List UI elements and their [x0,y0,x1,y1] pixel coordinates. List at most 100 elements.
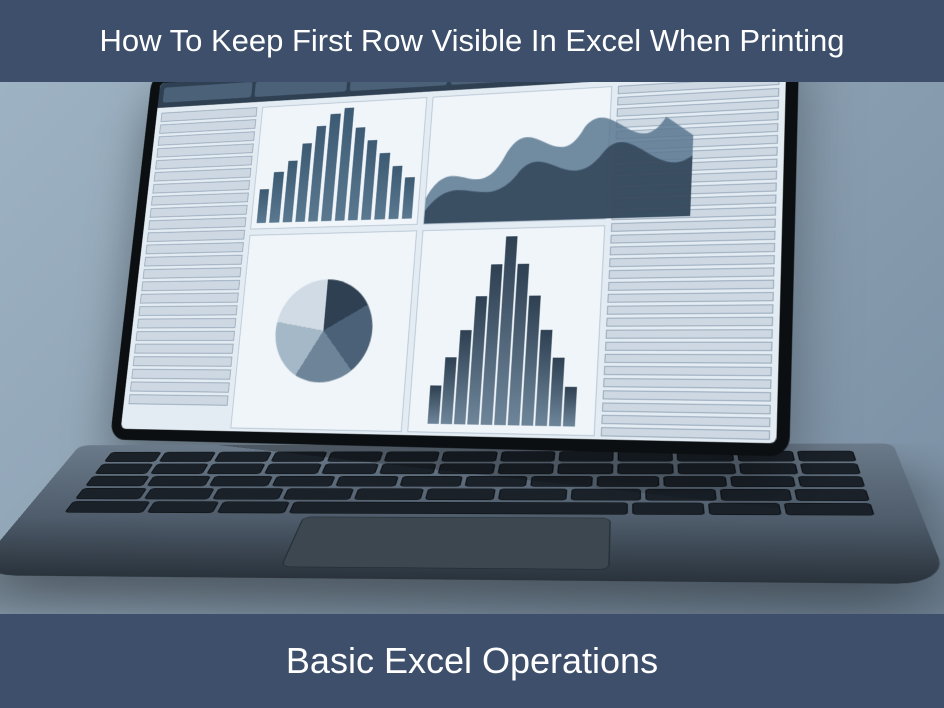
key [530,476,593,487]
key [75,488,147,499]
table-row [134,344,234,354]
table-row [140,293,239,304]
table-row [602,402,771,414]
key [571,489,641,501]
key [399,476,462,487]
table-row [606,317,773,327]
key [663,476,727,487]
fan-bar [562,387,576,426]
key [678,463,736,474]
key [795,489,870,501]
key [270,452,327,462]
charts-area [230,86,612,436]
bar [374,153,389,220]
table-row [160,107,257,122]
key [85,476,150,487]
keyboard-row [64,501,874,515]
table-row [131,369,231,380]
table-row [145,242,243,254]
table-row [150,205,248,218]
table-row [152,180,250,193]
key [327,452,384,462]
table-row [138,305,237,316]
key [438,463,495,474]
chart-row-top [250,86,612,229]
key [272,476,336,487]
key [617,463,674,474]
key [645,489,716,501]
table-row [155,156,252,170]
app-tab [350,82,448,91]
table-row [128,394,228,406]
key [321,463,379,473]
table-row [605,342,773,351]
key [64,501,150,513]
key [335,476,399,487]
key [597,476,660,487]
chart-row-bottom [230,225,605,436]
key [425,489,496,501]
table-row [137,318,236,328]
key [720,489,793,501]
bar-chart [250,97,427,229]
page-caption: Basic Excel Operations [286,640,658,682]
key [95,464,154,474]
page-title: How To Keep First Row Visible In Excel W… [100,23,845,59]
table-row [156,143,253,157]
caption-banner: Basic Excel Operations [0,614,944,708]
table-row [610,231,775,244]
bar [308,126,326,222]
table-row [147,230,245,242]
app-body [121,82,786,443]
table-row [151,192,249,205]
table-row [608,280,774,291]
table-row [611,219,776,232]
table-row [607,292,774,303]
fan-chart [407,225,605,436]
key [147,501,220,513]
key [207,464,266,474]
table-row [136,331,235,341]
table-row [158,131,255,145]
keyboard-row [95,463,861,474]
keyboard-row [75,488,870,501]
table-row [609,267,775,279]
table-row [609,255,775,267]
table-row [607,304,774,314]
app-tab [254,82,348,97]
fan-bar [548,358,564,426]
keyboard-row [85,476,865,488]
bar [321,114,340,221]
key [214,452,271,462]
app-tab [163,82,253,103]
bar [334,108,354,221]
table-row [604,354,772,364]
data-grid-left [126,107,258,428]
key [784,503,875,515]
key-spacebar [289,502,628,515]
table-row [604,366,772,376]
pie-icon [270,278,376,382]
key [708,503,782,515]
key [730,476,796,487]
key [146,476,211,487]
key [632,503,704,515]
key [558,451,613,461]
key [464,476,527,487]
bar [348,127,366,220]
table-row [143,267,242,279]
key [500,451,556,461]
fan-bar [427,386,441,424]
bar [388,166,402,219]
key [159,452,217,462]
table-row [603,390,772,401]
table-row [130,381,230,392]
table-row [133,356,233,366]
wave-icon [424,82,695,223]
table-row [606,329,773,339]
key [212,488,283,499]
laptop-base [0,443,944,584]
bar [402,177,415,219]
laptop-screen-frame [110,82,800,457]
area-chart [423,86,612,224]
